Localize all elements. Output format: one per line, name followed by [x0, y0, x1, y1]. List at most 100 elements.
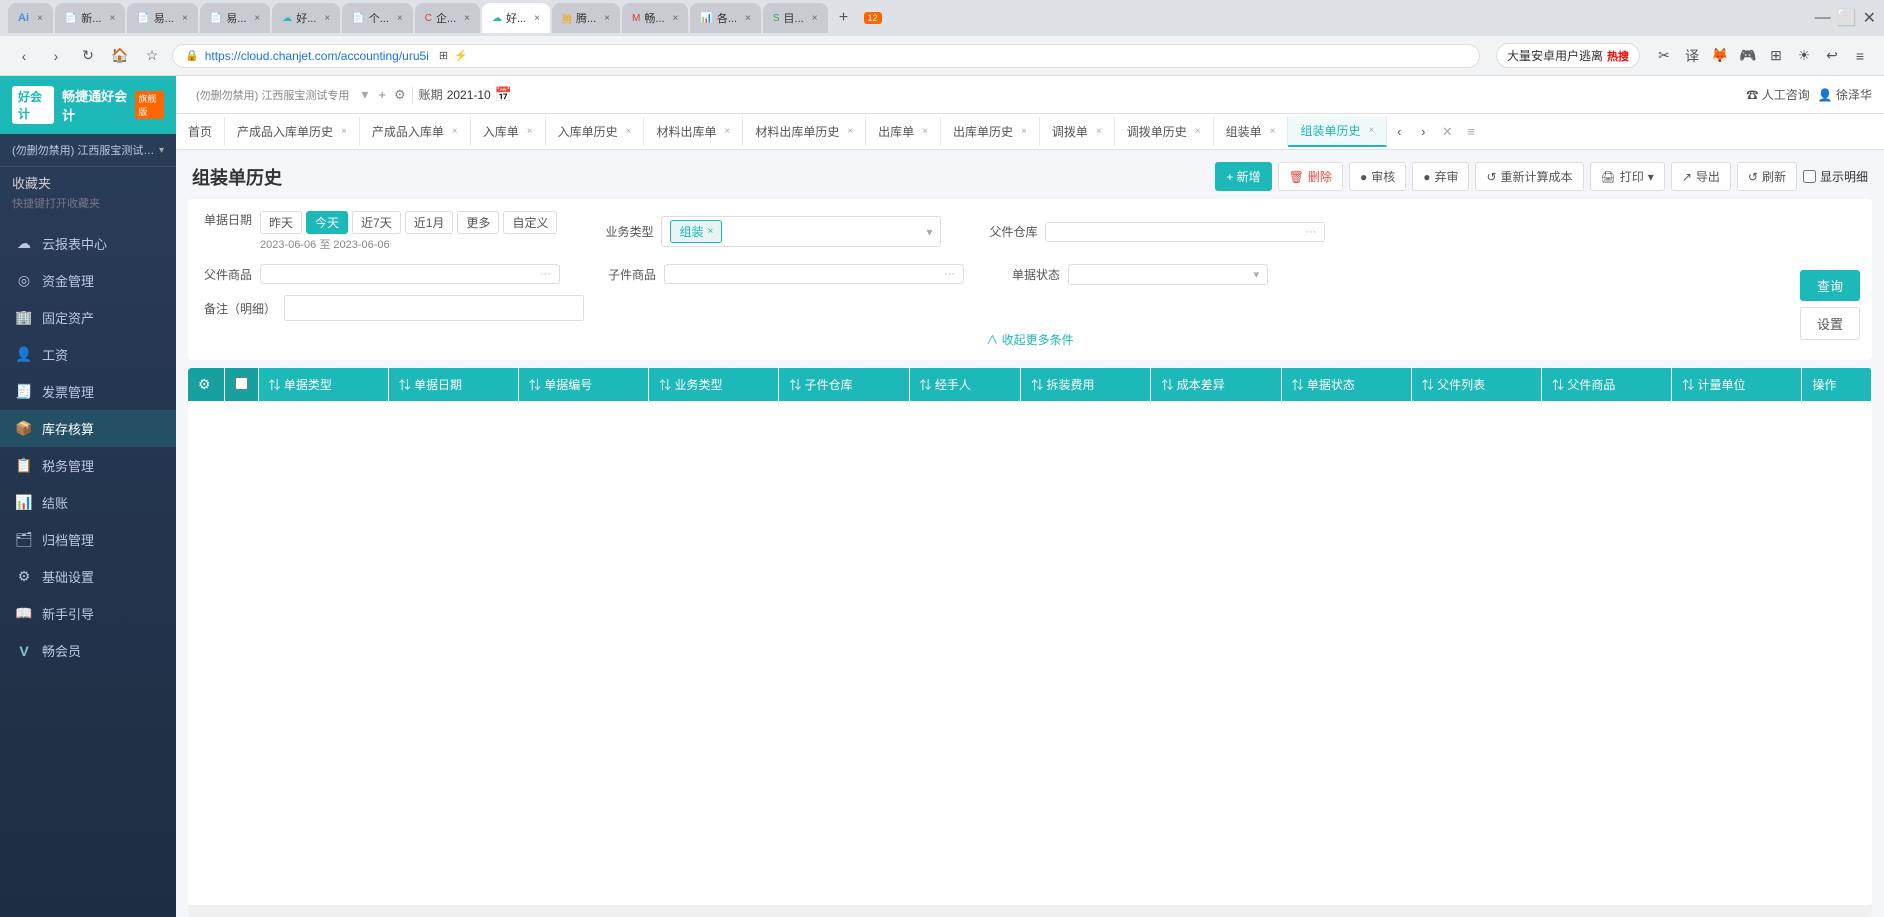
- parent-goods-dots[interactable]: ···: [540, 268, 551, 280]
- warehouse-input[interactable]: ···: [1045, 222, 1325, 242]
- sidebar-item-fund[interactable]: ◎ 资金管理: [0, 262, 176, 299]
- last7-btn[interactable]: 近7天: [352, 211, 401, 234]
- custom-btn[interactable]: 自定义: [503, 211, 557, 234]
- tab-transfer[interactable]: 调拨单×: [1040, 117, 1115, 146]
- tab-finished[interactable]: 产成品入库单×: [360, 117, 471, 146]
- calendar-icon[interactable]: 📅: [495, 86, 512, 103]
- tab-more[interactable]: ≡: [1459, 120, 1483, 144]
- menu-btn[interactable]: ≡: [1848, 44, 1872, 68]
- tab-assembly[interactable]: 组装单×: [1214, 117, 1289, 146]
- user-avatar[interactable]: 👤 徐泽华: [1818, 86, 1872, 103]
- select-all-checkbox[interactable]: [235, 377, 248, 390]
- tab-close[interactable]: ×: [847, 126, 853, 137]
- new-tab-button[interactable]: +: [830, 5, 858, 31]
- browser-tab-10[interactable]: M 畅... ×: [622, 3, 688, 33]
- tab-material-out[interactable]: 材料出库单×: [644, 117, 743, 146]
- tab-close[interactable]: ×: [452, 126, 458, 137]
- collapse-btn[interactable]: ∧ 收起更多条件: [986, 333, 1073, 347]
- browser-tab-2[interactable]: 📄 新... ×: [55, 3, 125, 33]
- col-child-warehouse[interactable]: ⇅ 子件仓库: [779, 368, 909, 401]
- warehouse-dots[interactable]: ···: [1305, 226, 1316, 238]
- tab-transfer-history[interactable]: 调拨单历史×: [1115, 117, 1214, 146]
- tab-home[interactable]: 首页: [176, 117, 225, 146]
- translate-btn[interactable]: 译: [1680, 44, 1704, 68]
- col-bill-date[interactable]: ⇅ 单据日期: [388, 368, 518, 401]
- sidebar-item-membership[interactable]: V 畅会员: [0, 632, 176, 669]
- sidebar-item-tax[interactable]: 📋 税务管理: [0, 447, 176, 484]
- tab-close[interactable]: ×: [626, 126, 632, 137]
- search-bar[interactable]: 大量安卓用户逃离 热搜: [1496, 43, 1640, 68]
- show-detail-checkbox[interactable]: 显示明细: [1803, 168, 1868, 185]
- today-btn[interactable]: 今天: [306, 211, 348, 234]
- col-parent-list[interactable]: ⇅ 父件列表: [1411, 368, 1541, 401]
- sidebar-item-settings[interactable]: ⚙ 基础设置: [0, 558, 176, 595]
- note-input[interactable]: [284, 295, 584, 321]
- tab-outbound-history[interactable]: 出库单历史×: [941, 117, 1040, 146]
- new-btn[interactable]: + 新增: [1215, 162, 1271, 191]
- emoji-btn[interactable]: 🦊: [1708, 44, 1732, 68]
- unadit-btn[interactable]: ● 弃审: [1412, 162, 1469, 191]
- print-btn[interactable]: 🖨 打印 ▾: [1590, 162, 1665, 191]
- sidebar-item-payroll[interactable]: 👤 工资: [0, 336, 176, 373]
- browser-tab-5[interactable]: ☁ 好... ×: [272, 3, 340, 33]
- col-biz-type[interactable]: ⇅ 业务类型: [649, 368, 779, 401]
- tab-scroll-left[interactable]: ‹: [1387, 120, 1411, 144]
- close-btn[interactable]: ✕: [1863, 8, 1876, 28]
- grid-btn[interactable]: ⊞: [1764, 44, 1788, 68]
- recalc-btn[interactable]: ↺ 重新计算成本: [1475, 162, 1583, 191]
- tab-close-11[interactable]: ×: [745, 13, 751, 24]
- status-input[interactable]: ▾: [1068, 264, 1268, 285]
- tab-close-5[interactable]: ×: [324, 13, 330, 24]
- company-selector[interactable]: (勿删勿禁用) 江西服宝测试专用 ▾: [0, 134, 176, 167]
- tab-close[interactable]: ×: [1021, 126, 1027, 137]
- tab-close-9[interactable]: ×: [604, 13, 610, 24]
- browser-tab-11[interactable]: 📊 各... ×: [690, 3, 760, 33]
- tab-outbound[interactable]: 出库单×: [866, 117, 941, 146]
- export-btn[interactable]: ↗ 导出: [1671, 162, 1731, 191]
- col-disassemble-fee[interactable]: ⇅ 拆装费用: [1021, 368, 1151, 401]
- address-bar[interactable]: 🔒 https://cloud.chanjet.com/accounting/u…: [172, 44, 1480, 68]
- undo-btn[interactable]: ↩: [1820, 44, 1844, 68]
- bookmark-sub[interactable]: 快捷键打开收藏夹: [12, 192, 164, 211]
- tab-close-8[interactable]: ×: [534, 13, 540, 24]
- sidebar-item-archive[interactable]: 🗂 归档管理: [0, 521, 176, 558]
- tab-close-6[interactable]: ×: [397, 13, 403, 24]
- col-bill-no[interactable]: ⇅ 单据编号: [518, 368, 648, 401]
- yesterday-btn[interactable]: 昨天: [260, 211, 302, 234]
- sidebar-item-inventory[interactable]: 📦 库存核算: [0, 410, 176, 447]
- business-tag-close[interactable]: ×: [707, 226, 713, 237]
- tab-close[interactable]: ×: [341, 126, 347, 137]
- sidebar-item-fixed-assets[interactable]: 🏢 固定资产: [0, 299, 176, 336]
- forward-btn[interactable]: ›: [44, 44, 68, 68]
- add-company-btn[interactable]: +: [378, 87, 386, 102]
- tab-close-all[interactable]: ✕: [1435, 120, 1459, 144]
- service-btn[interactable]: ☎ 人工咨询: [1746, 86, 1809, 103]
- tab-close-2[interactable]: ×: [109, 13, 115, 24]
- tab-close[interactable]: ×: [527, 126, 533, 137]
- browser-tab-1[interactable]: Ai ×: [8, 3, 53, 33]
- col-bill-status[interactable]: ⇅ 单据状态: [1281, 368, 1411, 401]
- tab-scroll-right[interactable]: ›: [1411, 120, 1435, 144]
- bookmark-btn[interactable]: ☆: [140, 44, 164, 68]
- tab-close[interactable]: ×: [1195, 126, 1201, 137]
- gear-btn[interactable]: ⚙: [394, 87, 406, 103]
- sidebar-item-settle[interactable]: 📊 结账: [0, 484, 176, 521]
- audit-btn[interactable]: ● 审核: [1349, 162, 1406, 191]
- sun-btn[interactable]: ☀: [1792, 44, 1816, 68]
- col-bill-type[interactable]: ⇅ 单据类型: [258, 368, 388, 401]
- tab-assembly-history[interactable]: 组装单历史×: [1288, 116, 1387, 147]
- company-dropdown-arrow[interactable]: ▾: [361, 86, 368, 103]
- browser-tab-4[interactable]: 📄 易... ×: [200, 3, 270, 33]
- browser-tab-6[interactable]: 📄 个... ×: [342, 3, 412, 33]
- parent-goods-input[interactable]: ···: [260, 264, 560, 284]
- tab-close[interactable]: ×: [1270, 126, 1276, 137]
- col-handler[interactable]: ⇅ 经手人: [909, 368, 1021, 401]
- col-settings[interactable]: ⚙: [188, 368, 224, 401]
- query-btn[interactable]: 查询: [1800, 270, 1860, 301]
- col-checkbox[interactable]: [224, 368, 258, 401]
- col-parent-goods[interactable]: ⇅ 父件商品: [1542, 368, 1672, 401]
- back-btn[interactable]: ‹: [12, 44, 36, 68]
- sidebar-item-guide[interactable]: 📖 新手引导: [0, 595, 176, 632]
- business-dropdown[interactable]: ▾: [926, 225, 932, 239]
- last1month-btn[interactable]: 近1月: [405, 211, 454, 234]
